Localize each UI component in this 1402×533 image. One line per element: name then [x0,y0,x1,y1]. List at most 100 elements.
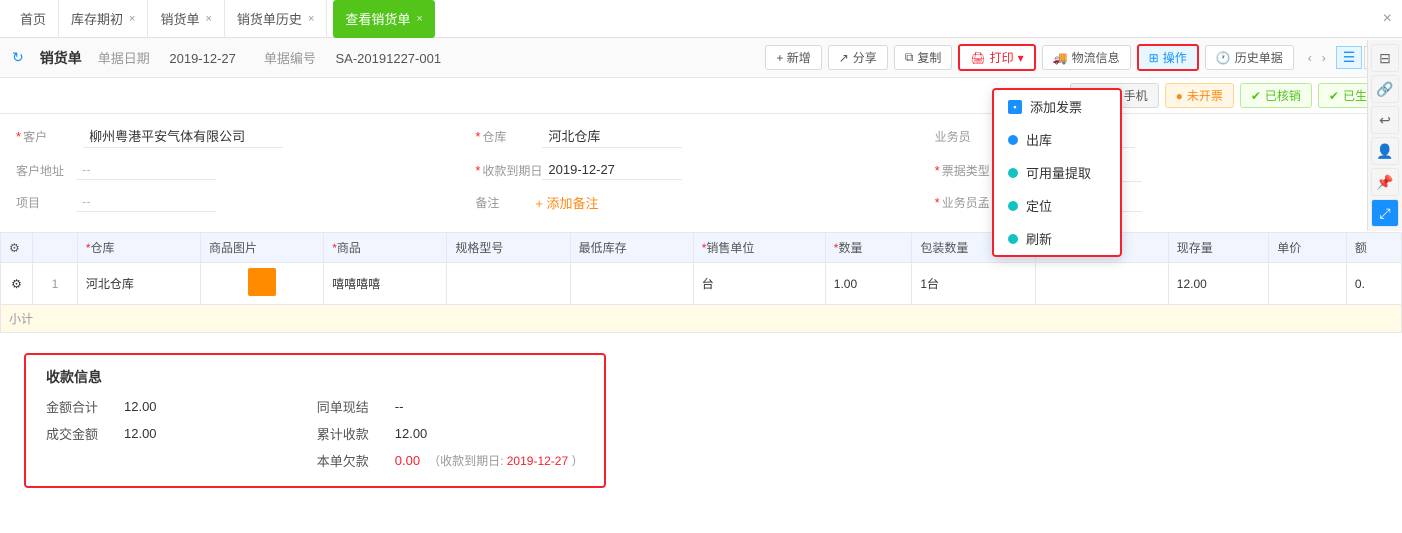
copy-icon: ⧉ [905,50,914,65]
warehouse-field: * 仓库 河北仓库 [475,124,926,148]
gear-header[interactable]: ⚙ [1,233,33,263]
right-panel-btn-5[interactable]: 📌 [1371,168,1399,196]
confirm-button[interactable]: ✔ 已核销 [1240,83,1312,108]
transaction-row: 成交金额 12.00 [46,424,313,443]
print-button[interactable]: 🖨 打印 ▾ [958,44,1035,71]
right-panel-btn-3[interactable]: ↩ [1371,106,1399,134]
add-note-button[interactable]: 添加备注 [535,193,598,212]
quantity-pickup-item[interactable]: 可用量提取 [994,156,1120,189]
row-unit-price [1269,263,1347,305]
tab-view-sales[interactable]: 查看销货单 × [333,0,434,38]
same-order-label: 同单现结 [317,397,387,416]
model-header: 规格型号 [447,233,570,263]
payment-date-value[interactable]: 2019-12-27 [542,160,682,180]
position-item[interactable]: 定位 [994,189,1120,222]
address-field: 客户地址 -- [16,160,467,180]
row-quantity[interactable]: 1.00 [825,263,912,305]
tab-sales-history-close[interactable]: × [308,13,314,25]
warehouse-header: *仓库 [77,233,200,263]
address-label: 客户地址 [16,162,76,179]
subtotal-label: 小计 [1,305,1402,333]
right-panel-btn-6[interactable]: ⤢ [1371,199,1399,227]
share-icon: ↗ [839,51,849,65]
customer-required: * [16,129,21,144]
overdue-note: （收款到期日: 2019-12-27 ） [428,452,583,469]
tab-sales[interactable]: 销货单 × [148,0,224,38]
history-button[interactable]: 🕐 历史单据 [1205,45,1294,70]
logistics-button[interactable]: 🚚 物流信息 [1042,45,1131,70]
min-stock-header: 最低库存 [570,233,693,263]
prev-arrow[interactable]: ‹ [1304,49,1316,67]
tab-sales-history[interactable]: 销货单历史 × [225,0,327,38]
payment-date-required: * [475,163,480,178]
row-warehouse[interactable]: 河北仓库 [77,263,200,305]
customer-value[interactable]: 柳州粤港平安气体有限公司 [83,124,283,148]
ticket-required: * [935,163,940,178]
row-current-stock: 12.00 [1168,263,1268,305]
payment-date-field: * 收款到期日 2019-12-27 [475,160,926,180]
tab-bar: 首页 库存期初 × 销货单 × 销货单历史 × 查看销货单 × × [0,0,1402,38]
tab-inventory[interactable]: 库存期初 × [59,0,148,38]
ticket-icon: ● [1176,89,1183,103]
not-open-button[interactable]: ● 未开票 [1165,83,1234,108]
print-icon: 🖨 [970,51,985,65]
effective-icon: ✔ [1329,89,1339,103]
list-view-button[interactable]: ☰ [1336,46,1363,69]
tab-inventory-close[interactable]: × [129,13,135,25]
form-row-2: 客户地址 -- * 收款到期日 2019-12-27 * 票据类型 不开票 [16,158,1386,182]
secondary-toolbar: 📱 来自手机 ● 未开票 ✔ 已核销 ✔ 已生效 [0,78,1402,114]
row-sales-unit[interactable]: 台 [693,263,825,305]
copy-button[interactable]: ⧉ 复制 [894,45,953,70]
doc-no-meta: 单据编号 SA-20191227-001 [264,48,453,67]
payment-grid: 金额合计 12.00 同单现结 -- 成交金额 12.00 累计收款 12.00 [46,397,584,474]
note-label: 备注 [475,194,535,211]
tab-sales-close[interactable]: × [205,13,211,25]
nav-arrows: ‹ › [1304,49,1330,67]
row-pack-qty[interactable]: 1台 [912,263,1035,305]
right-panel-btn-4[interactable]: 👤 [1371,137,1399,165]
total-value: 12.00 [124,399,157,414]
payment-title: 收款信息 [46,367,584,387]
refresh-item[interactable]: 刷新 [994,222,1120,255]
operations-button[interactable]: ⊞ 操作 [1137,44,1199,71]
project-value[interactable]: -- [76,192,216,212]
warehouse-label: 仓库 [482,128,542,145]
current-stock-header: 现存量 [1168,233,1268,263]
doc-title-area: ↻ 销货单 单据日期 2019-12-27 单据编号 SA-20191227-0… [12,48,453,68]
payment-section: 收款信息 金额合计 12.00 同单现结 -- 成交金额 12.00 [0,333,1402,500]
next-arrow[interactable]: › [1318,49,1330,67]
main-content: ↻ 销货单 单据日期 2019-12-27 单据编号 SA-20191227-0… [0,38,1402,533]
product-img-header: 商品图片 [201,233,324,263]
row-product[interactable]: 嘻嘻嘻嘻 [324,263,447,305]
address-value[interactable]: -- [76,160,216,180]
outbound-item[interactable]: 出库 [994,123,1120,156]
right-panel-btn-2[interactable]: 🔗 [1371,75,1399,103]
window-close-button[interactable]: × [1383,10,1392,28]
cumulative-row: 累计收款 12.00 [317,424,584,443]
salesperson-required: * [935,195,940,210]
table-area: ⚙ *仓库 商品图片 *商品 规格型号 [0,232,1402,333]
transaction-label: 成交金额 [46,424,116,443]
table-header-row: ⚙ *仓库 商品图片 *商品 规格型号 [1,233,1402,263]
tab-home[interactable]: 首页 [8,0,59,38]
doc-type-label: 销货单 [40,48,82,68]
row-product-img [201,263,324,305]
operations-dropdown: ▪ 添加发票 出库 可用量提取 定位 刷新 [992,88,1122,257]
add-invoice-item[interactable]: ▪ 添加发票 [994,90,1120,123]
this-order-row: 本单欠款 0.00 （收款到期日: 2019-12-27 ） [317,451,584,470]
share-button[interactable]: ↗ 分享 [828,45,888,70]
customer-field: * 客户 柳州粤港平安气体有限公司 [16,124,467,148]
invoice-icon: ▪ [1008,100,1022,114]
tab-view-sales-close[interactable]: × [416,13,422,25]
warehouse-value[interactable]: 河北仓库 [542,124,682,148]
row-min-stock [570,263,693,305]
document-header: ↻ 销货单 单据日期 2019-12-27 单据编号 SA-20191227-0… [0,38,1402,78]
quantity-header: *数量 [825,233,912,263]
new-button[interactable]: + 新增 [765,45,821,70]
row-gear[interactable]: ⚙ [1,263,33,305]
refresh-dot [1008,234,1018,244]
row-amount: 0. [1346,263,1401,305]
right-panel-btn-1[interactable]: ⊟ [1371,44,1399,72]
payment-date-label: 收款到期日 [482,162,542,179]
doc-meta: 单据日期 2019-12-27 [98,48,248,67]
